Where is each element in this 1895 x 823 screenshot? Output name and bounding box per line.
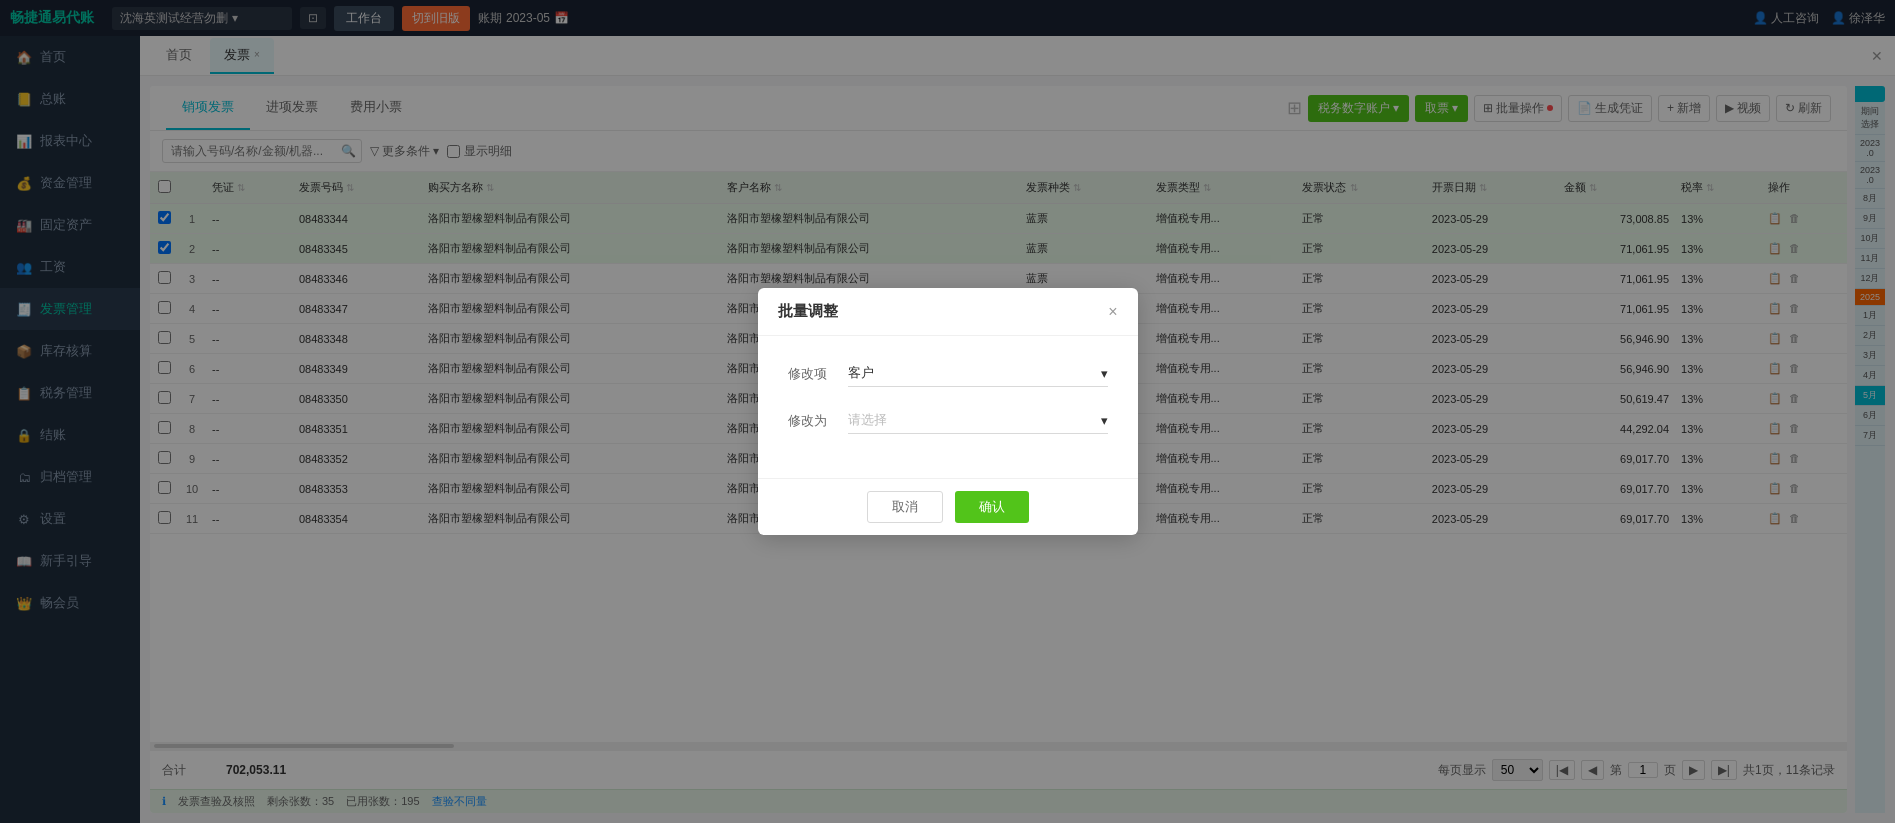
modal-overlay[interactable]: 批量调整 × 修改项 客户 ▾ 修改为 请选择 ▾ 取消 确认: [0, 0, 1895, 823]
modal-close-btn[interactable]: ×: [1108, 303, 1117, 321]
cancel-button[interactable]: 取消: [867, 491, 943, 523]
chevron-down-icon: ▾: [1101, 366, 1108, 381]
value-select[interactable]: 请选择 ▾: [848, 407, 1108, 434]
form-row-field: 修改项 客户 ▾: [788, 360, 1108, 387]
modal-title: 批量调整: [778, 302, 838, 321]
value-label: 修改为: [788, 412, 848, 430]
modal-body: 修改项 客户 ▾ 修改为 请选择 ▾: [758, 336, 1138, 478]
modal-footer: 取消 确认: [758, 478, 1138, 535]
modal-header: 批量调整 ×: [758, 288, 1138, 336]
chevron-down-icon: ▾: [1101, 413, 1108, 428]
field-select[interactable]: 客户 ▾: [848, 360, 1108, 387]
batch-adjust-modal: 批量调整 × 修改项 客户 ▾ 修改为 请选择 ▾ 取消 确认: [758, 288, 1138, 535]
confirm-button[interactable]: 确认: [955, 491, 1029, 523]
field-label: 修改项: [788, 365, 848, 383]
form-row-value: 修改为 请选择 ▾: [788, 407, 1108, 434]
